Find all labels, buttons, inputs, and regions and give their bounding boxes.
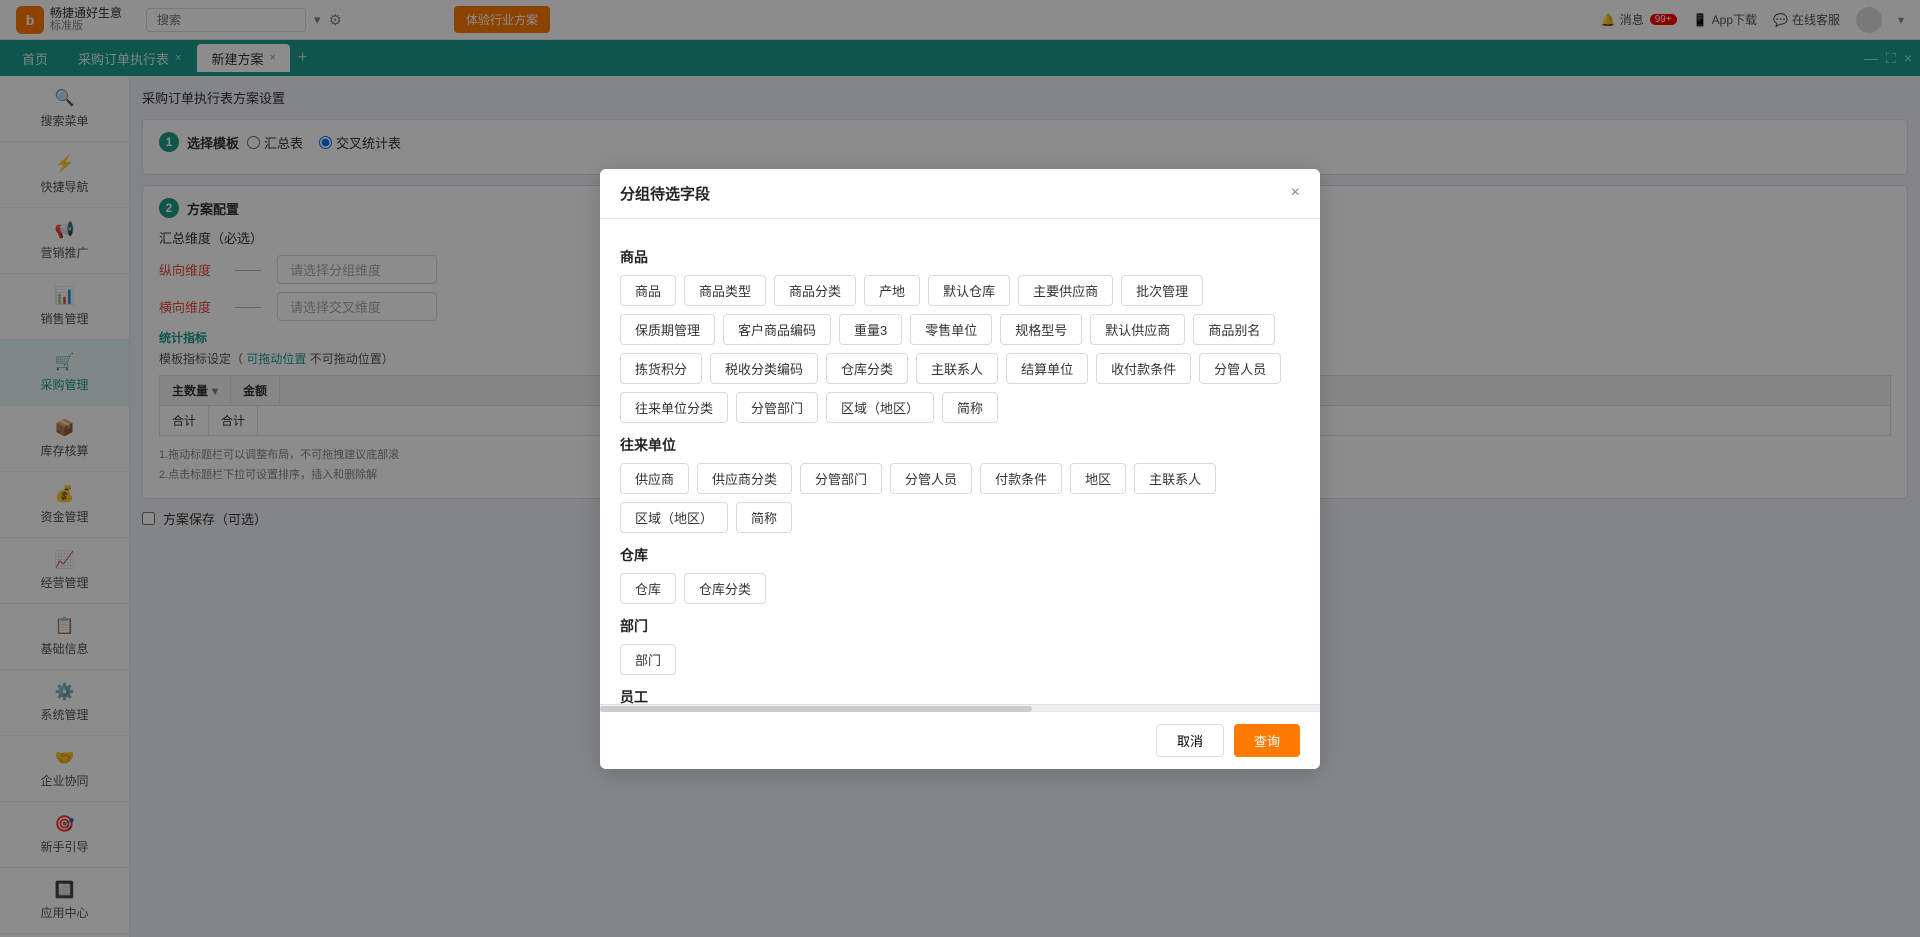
field-tag-默认供应商[interactable]: 默认供应商 xyxy=(1090,314,1185,345)
modal-title: 分组待选字段 xyxy=(620,183,710,204)
field-tag-商品类型[interactable]: 商品类型 xyxy=(684,275,766,306)
field-tag-主联系人[interactable]: 主联系人 xyxy=(916,353,998,384)
modal-section-title-department: 部门 xyxy=(620,616,1300,636)
modal-section-fields-warehouse: 仓库仓库分类 xyxy=(620,573,1300,604)
modal-section-title-employee: 员工 xyxy=(620,687,1300,705)
modal-cancel-btn[interactable]: 取消 xyxy=(1156,724,1224,757)
scrollbar-thumb xyxy=(600,706,1032,712)
modal-close-btn[interactable]: × xyxy=(1291,185,1300,201)
modal-header: 分组待选字段 × xyxy=(600,169,1320,219)
modal-confirm-btn[interactable]: 查询 xyxy=(1234,724,1300,757)
modal-box: 分组待选字段 × 商品商品商品类型商品分类产地默认仓库主要供应商批次管理保质期管… xyxy=(600,169,1320,769)
modal-overlay: 分组待选字段 × 商品商品商品类型商品分类产地默认仓库主要供应商批次管理保质期管… xyxy=(0,0,1920,937)
field-tag-主联系人[interactable]: 主联系人 xyxy=(1134,463,1216,494)
field-tag-仓库分类[interactable]: 仓库分类 xyxy=(826,353,908,384)
field-tag-税收分类编码[interactable]: 税收分类编码 xyxy=(710,353,818,384)
field-tag-区域（地区）[interactable]: 区域（地区） xyxy=(826,392,934,423)
field-tag-仓库分类[interactable]: 仓库分类 xyxy=(684,573,766,604)
field-tag-部门[interactable]: 部门 xyxy=(620,644,676,675)
field-tag-商品别名[interactable]: 商品别名 xyxy=(1193,314,1275,345)
modal-section-title-goods: 商品 xyxy=(620,247,1300,267)
modal-footer: 取消 查询 xyxy=(600,711,1320,769)
field-tag-分管人员[interactable]: 分管人员 xyxy=(890,463,972,494)
field-tag-客户商品编码[interactable]: 客户商品编码 xyxy=(723,314,831,345)
field-tag-重量3[interactable]: 重量3 xyxy=(839,314,902,345)
field-tag-分管人员[interactable]: 分管人员 xyxy=(1199,353,1281,384)
field-tag-付款条件[interactable]: 付款条件 xyxy=(980,463,1062,494)
field-tag-结算单位[interactable]: 结算单位 xyxy=(1006,353,1088,384)
field-tag-简称[interactable]: 简称 xyxy=(942,392,998,423)
field-tag-简称[interactable]: 简称 xyxy=(736,502,792,533)
field-tag-商品分类[interactable]: 商品分类 xyxy=(774,275,856,306)
horizontal-scrollbar[interactable] xyxy=(600,704,1320,710)
field-tag-保质期管理[interactable]: 保质期管理 xyxy=(620,314,715,345)
field-tag-规格型号[interactable]: 规格型号 xyxy=(1000,314,1082,345)
field-tag-供应商[interactable]: 供应商 xyxy=(620,463,689,494)
field-tag-零售单位[interactable]: 零售单位 xyxy=(910,314,992,345)
field-tag-区域（地区）[interactable]: 区域（地区） xyxy=(620,502,728,533)
modal-section-fields-partner: 供应商供应商分类分管部门分管人员付款条件地区主联系人区域（地区） 简称 xyxy=(620,463,1300,533)
field-tag-商品[interactable]: 商品 xyxy=(620,275,676,306)
field-tag-拣货积分[interactable]: 拣货积分 xyxy=(620,353,702,384)
field-tag-默认仓库[interactable]: 默认仓库 xyxy=(928,275,1010,306)
field-tag-往来单位分类[interactable]: 往来单位分类 xyxy=(620,392,728,423)
field-tag-产地[interactable]: 产地 xyxy=(864,275,920,306)
field-tag-主要供应商[interactable]: 主要供应商 xyxy=(1018,275,1113,306)
modal-section-fields-goods: 商品商品类型商品分类产地默认仓库主要供应商批次管理保质期管理客户商品编码重量3 零… xyxy=(620,275,1300,423)
modal-section-title-partner: 往来单位 xyxy=(620,435,1300,455)
field-tag-供应商分类[interactable]: 供应商分类 xyxy=(697,463,792,494)
field-tag-批次管理[interactable]: 批次管理 xyxy=(1121,275,1203,306)
modal-section-fields-department: 部门 xyxy=(620,644,1300,675)
field-tag-分管部门[interactable]: 分管部门 xyxy=(736,392,818,423)
modal-section-title-warehouse: 仓库 xyxy=(620,545,1300,565)
field-tag-分管部门[interactable]: 分管部门 xyxy=(800,463,882,494)
field-tag-地区[interactable]: 地区 xyxy=(1070,463,1126,494)
modal-body: 商品商品商品类型商品分类产地默认仓库主要供应商批次管理保质期管理客户商品编码重量… xyxy=(600,219,1320,705)
field-tag-仓库[interactable]: 仓库 xyxy=(620,573,676,604)
field-tag-收付款条件[interactable]: 收付款条件 xyxy=(1096,353,1191,384)
